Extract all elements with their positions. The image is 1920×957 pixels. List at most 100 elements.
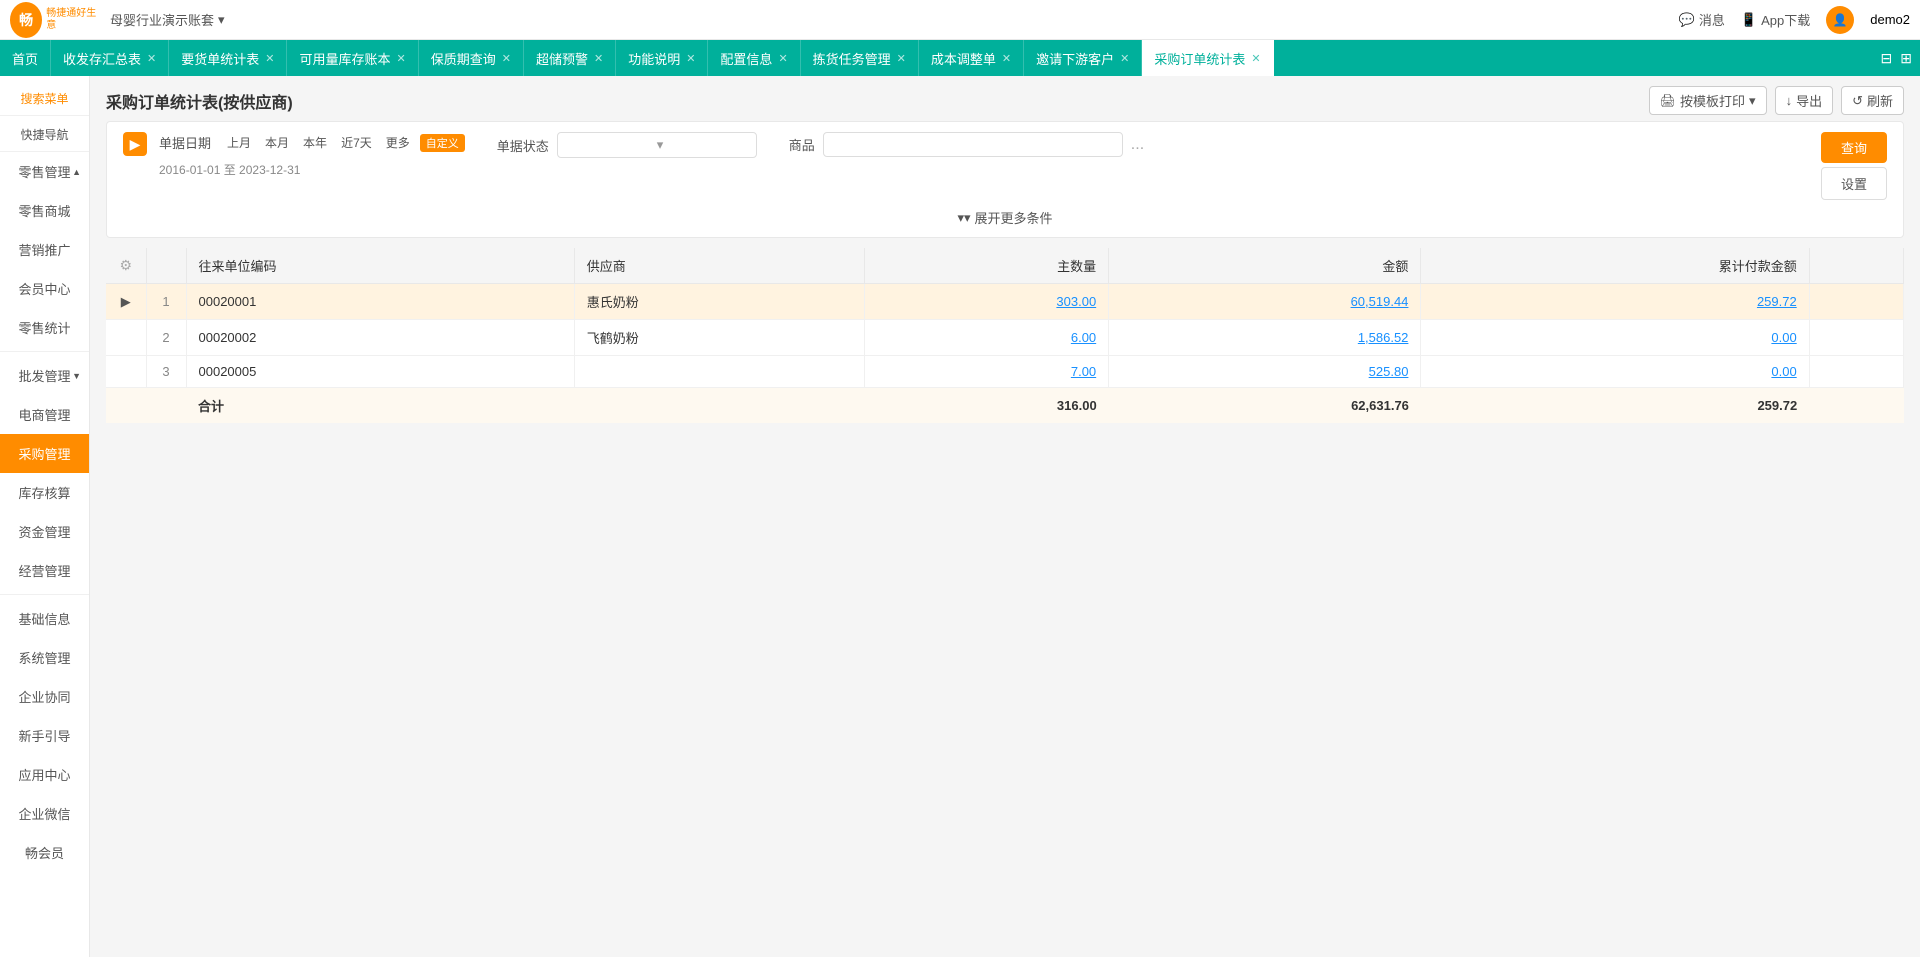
row2-amount[interactable]: 1,586.52 bbox=[1109, 320, 1421, 356]
user-icon: 👤 bbox=[1833, 13, 1848, 27]
row1-paid-amount[interactable]: 259.72 bbox=[1421, 284, 1809, 320]
row1-supplier: 惠氏奶粉 bbox=[574, 284, 864, 320]
close-icon[interactable]: ✕ bbox=[397, 52, 406, 65]
sidebar-item-marketing[interactable]: 营销推广 bbox=[0, 230, 89, 269]
close-icon[interactable]: ✕ bbox=[502, 52, 511, 65]
row3-paid-amount[interactable]: 0.00 bbox=[1421, 356, 1809, 388]
row-expand-icon[interactable]: ▶ bbox=[121, 294, 131, 309]
close-icon[interactable]: ✕ bbox=[686, 52, 695, 65]
tab-order-stats[interactable]: 要货单统计表 ✕ bbox=[169, 40, 287, 76]
close-icon[interactable]: ✕ bbox=[1251, 52, 1260, 65]
tab-function-desc[interactable]: 功能说明 ✕ bbox=[616, 40, 708, 76]
product-input-container bbox=[823, 132, 1123, 157]
top-bar: 畅 畅捷通好生意 母婴行业演示账套 ▾ 💬 消息 📱 App下载 👤 demo2 bbox=[0, 0, 1920, 40]
row1-main-qty[interactable]: 303.00 bbox=[865, 284, 1109, 320]
tab-invite-downstream[interactable]: 邀请下游客户 ✕ bbox=[1024, 40, 1142, 76]
filter-main: ▶ 单据日期 上月 本月 本年 近7天 更多 自定义 2016-01-01 bbox=[123, 132, 1887, 200]
date-range-label: 2016-01-01 至 2023-12-31 bbox=[159, 161, 465, 178]
message-button[interactable]: 💬 消息 bbox=[1679, 10, 1725, 29]
sidebar-item-retail-mgmt[interactable]: 零售管理 bbox=[0, 152, 89, 191]
main-content: 采购订单统计表(按供应商) 🖨 按模板打印 ▾ ↓ 导出 ↺ 刷新 bbox=[90, 76, 1920, 957]
row3-seq: 3 bbox=[146, 356, 186, 388]
export-button[interactable]: ↓ 导出 bbox=[1775, 86, 1834, 115]
date-more[interactable]: 更多 bbox=[382, 132, 414, 153]
row2-unit-code: 00020002 bbox=[186, 320, 574, 356]
close-icon[interactable]: ✕ bbox=[1120, 52, 1129, 65]
footer-main-qty: 316.00 bbox=[865, 388, 1109, 424]
row2-supplier: 飞鹤奶粉 bbox=[574, 320, 864, 356]
filter-toggle[interactable]: ▶ bbox=[123, 132, 147, 156]
sidebar-item-ecommerce[interactable]: 电商管理 bbox=[0, 395, 89, 434]
sidebar-item-enterprise-wechat[interactable]: 企业微信 bbox=[0, 794, 89, 833]
close-icon[interactable]: ✕ bbox=[594, 52, 603, 65]
expand-conditions-button[interactable]: ▾▾ 展开更多条件 bbox=[957, 208, 1052, 227]
template-print-button[interactable]: 🖨 按模板打印 ▾ bbox=[1649, 86, 1767, 115]
sidebar-item-app-center[interactable]: 应用中心 bbox=[0, 755, 89, 794]
sidebar-item-ops-mgmt[interactable]: 经营管理 bbox=[0, 551, 89, 590]
sidebar-item-new-guide[interactable]: 新手引导 bbox=[0, 716, 89, 755]
sidebar-item-retail-mall[interactable]: 零售商城 bbox=[0, 191, 89, 230]
tab-expiry[interactable]: 保质期查询 ✕ bbox=[419, 40, 524, 76]
sidebar-item-basic-info[interactable]: 基础信息 bbox=[0, 599, 89, 638]
status-select[interactable]: ▾ bbox=[557, 132, 757, 158]
table-row: 3 00020005 7.00 525.80 0.00 bbox=[106, 356, 1904, 388]
refresh-button[interactable]: ↺ 刷新 bbox=[1841, 86, 1904, 115]
table-header-row: ⚙ 往来单位编码 供应商 主数量 金额 累计付款金额 bbox=[106, 248, 1904, 284]
sidebar-item-wholesale-mgmt[interactable]: 批发管理 bbox=[0, 356, 89, 395]
query-button[interactable]: 查询 bbox=[1821, 132, 1887, 163]
row3-settings bbox=[106, 356, 146, 388]
settings-button[interactable]: 设置 bbox=[1821, 167, 1887, 200]
tab-home[interactable]: 首页 bbox=[0, 40, 51, 76]
product-input[interactable] bbox=[832, 137, 1114, 152]
sidebar-search[interactable]: 搜索菜单 bbox=[0, 84, 89, 116]
tab-config-info[interactable]: 配置信息 ✕ bbox=[708, 40, 800, 76]
nav-tabs-actions: ⊟ ⊞ bbox=[1881, 50, 1920, 67]
row3-unit-code: 00020005 bbox=[186, 356, 574, 388]
tab-overstock[interactable]: 超储预警 ✕ bbox=[524, 40, 616, 76]
app-download-button[interactable]: 📱 App下载 bbox=[1741, 10, 1810, 29]
date-this-month[interactable]: 本月 bbox=[261, 132, 293, 153]
sidebar-item-retail-stats[interactable]: 零售统计 bbox=[0, 308, 89, 347]
window-maximize-icon[interactable]: ⊞ bbox=[1900, 50, 1912, 67]
row2-main-qty[interactable]: 6.00 bbox=[865, 320, 1109, 356]
sidebar-item-finance[interactable]: 资金管理 bbox=[0, 512, 89, 551]
sidebar-item-system-mgmt[interactable]: 系统管理 bbox=[0, 638, 89, 677]
close-icon[interactable]: ✕ bbox=[265, 52, 274, 65]
tab-receive-send[interactable]: 收发存汇总表 ✕ bbox=[51, 40, 169, 76]
column-settings-icon[interactable]: ⚙ bbox=[119, 257, 132, 273]
chevron-down-icon: ▾ bbox=[657, 137, 748, 153]
sidebar-item-stock-check[interactable]: 库存核算 bbox=[0, 473, 89, 512]
tab-cost-adjust[interactable]: 成本调整单 ✕ bbox=[919, 40, 1024, 76]
close-icon[interactable]: ✕ bbox=[778, 52, 787, 65]
date-last-month[interactable]: 上月 bbox=[223, 132, 255, 153]
close-icon[interactable]: ✕ bbox=[1002, 52, 1011, 65]
more-conditions-icon[interactable]: ... bbox=[1131, 136, 1144, 154]
tab-purchase-stats[interactable]: 采购订单统计表 ✕ bbox=[1142, 40, 1273, 76]
date-custom-badge[interactable]: 自定义 bbox=[420, 134, 465, 152]
row3-main-qty[interactable]: 7.00 bbox=[865, 356, 1109, 388]
sidebar-item-purchase-mgmt[interactable]: 采购管理 bbox=[0, 434, 89, 473]
table-footer-row: 合计 316.00 62,631.76 259.72 bbox=[106, 388, 1904, 424]
avatar[interactable]: 👤 bbox=[1826, 6, 1854, 34]
sidebar-nav[interactable]: 快捷导航 bbox=[0, 120, 89, 152]
sidebar: 搜索菜单 快捷导航 零售管理 零售商城 营销推广 会员中心 零售统计 批发管理 … bbox=[0, 76, 90, 957]
row2-seq: 2 bbox=[146, 320, 186, 356]
chevron-down-icon: ▾ bbox=[218, 12, 225, 28]
top-bar-right: 💬 消息 📱 App下载 👤 demo2 bbox=[1679, 6, 1910, 34]
row2-paid-amount[interactable]: 0.00 bbox=[1421, 320, 1809, 356]
sidebar-item-member-center[interactable]: 会员中心 bbox=[0, 269, 89, 308]
row1-amount[interactable]: 60,519.44 bbox=[1109, 284, 1421, 320]
footer-label: 合计 bbox=[186, 388, 865, 424]
tab-usable-stock[interactable]: 可用量库存账本 ✕ bbox=[287, 40, 418, 76]
date-7days[interactable]: 近7天 bbox=[337, 132, 376, 153]
sidebar-item-member[interactable]: 畅会员 bbox=[0, 833, 89, 872]
close-icon[interactable]: ✕ bbox=[147, 52, 156, 65]
sidebar-item-enterprise-collab[interactable]: 企业协同 bbox=[0, 677, 89, 716]
col-paid-amount: 累计付款金额 bbox=[1421, 248, 1809, 284]
workspace-selector[interactable]: 母婴行业演示账套 ▾ bbox=[110, 10, 1679, 29]
close-icon[interactable]: ✕ bbox=[897, 52, 906, 65]
date-this-year[interactable]: 本年 bbox=[299, 132, 331, 153]
row3-amount[interactable]: 525.80 bbox=[1109, 356, 1421, 388]
window-minimize-icon[interactable]: ⊟ bbox=[1881, 50, 1893, 67]
tab-pick-task[interactable]: 拣货任务管理 ✕ bbox=[801, 40, 919, 76]
